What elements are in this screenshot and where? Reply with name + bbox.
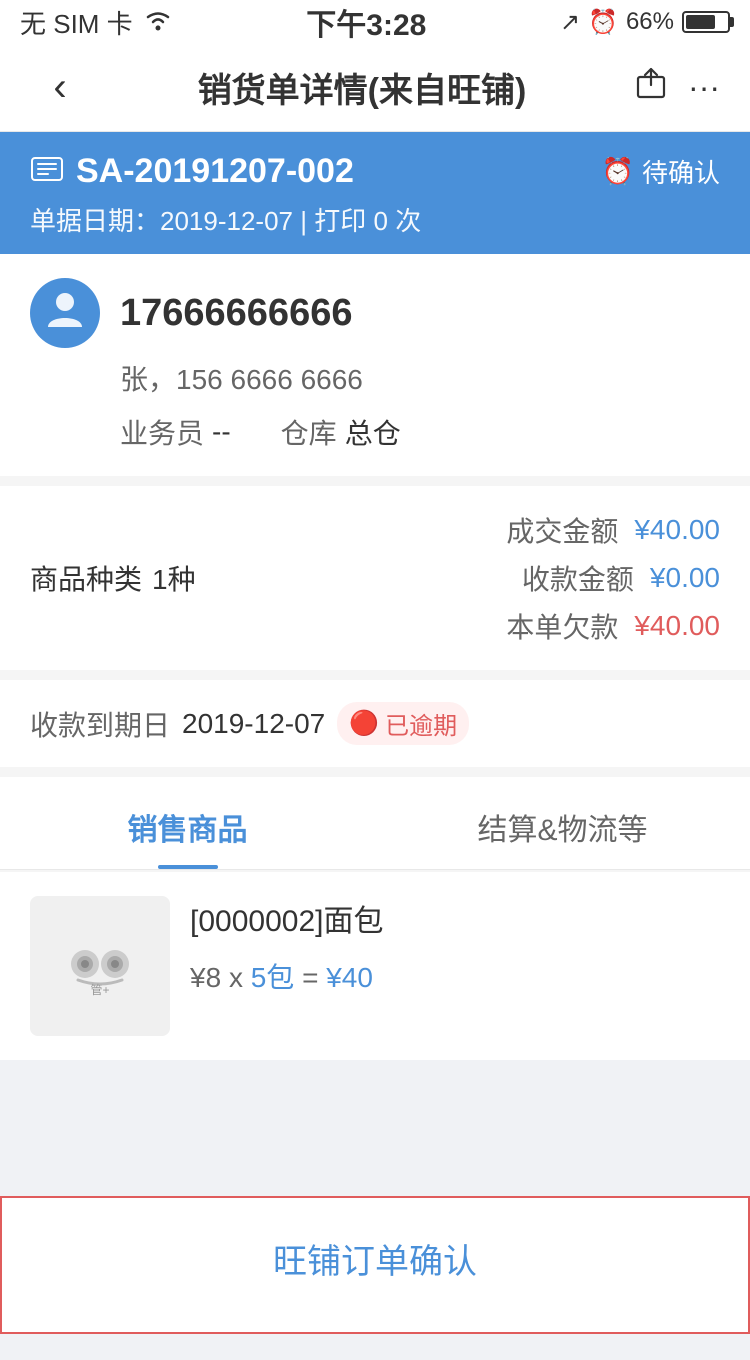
tab-settlement[interactable]: 结算&物流等 [375, 777, 750, 869]
price-equals: = [302, 962, 326, 993]
avatar [30, 278, 100, 348]
svg-text:管+: 管+ [90, 982, 109, 996]
price-unit: ¥8 [190, 962, 221, 993]
alarm-icon: ⏰ [588, 8, 618, 37]
date-label: 单据日期： [30, 206, 160, 236]
owed-row: 本单欠款 ¥40.00 [506, 606, 720, 646]
product-price-row: ¥8 x 5包 = ¥40 [190, 956, 720, 996]
print-label: 打印 [314, 206, 366, 236]
customer-contact: 张，156 6666 6666 [120, 358, 720, 398]
product-info: [0000002]面包 ¥8 x 5包 = ¥40 [190, 896, 720, 996]
customer-phone: 17666666666 [120, 292, 352, 335]
battery-indicator [682, 11, 730, 33]
print-count: 0 [374, 206, 388, 236]
more-icon[interactable]: ··· [688, 69, 720, 106]
status-bar: 无 SIM 卡 下午3:28 ↗ ⏰ 66% [0, 0, 750, 44]
type-count: 1种 [152, 558, 196, 598]
page-title: 销货单详情(来自旺铺) [90, 63, 634, 112]
status-text: 待确认 [642, 153, 720, 190]
order-id-icon [30, 152, 64, 191]
order-date-line: 单据日期：2019-12-07 | 打印 0 次 [30, 201, 720, 238]
product-thumbnail: 管+ [30, 896, 170, 1036]
warehouse-value: 总仓 [345, 412, 401, 452]
status-right: ↗ ⏰ 66% [560, 8, 730, 37]
order-banner: SA-20191207-002 ⏰ 待确认 单据日期：2019-12-07 | … [0, 132, 750, 254]
due-date-section: 收款到期日 2019-12-07 🔴 已逾期 [0, 680, 750, 767]
tab-settlement-label: 结算&物流等 [477, 814, 647, 847]
nav-bar: ‹ 销货单详情(来自旺铺) ··· [0, 44, 750, 132]
separator: | [300, 206, 307, 236]
sales-label: 业务员 [120, 412, 204, 452]
tab-sales-goods-label: 销售商品 [128, 814, 248, 847]
time-display: 下午3:28 [306, 0, 426, 44]
nav-actions: ··· [634, 67, 720, 109]
received-row: 收款金额 ¥0.00 [522, 558, 720, 598]
due-label: 收款到期日 [30, 704, 170, 744]
price-quantity: 5包 [251, 962, 295, 993]
confirm-order-button[interactable]: 旺铺订单确认 [32, 1214, 718, 1302]
order-status: ⏰ 待确认 [602, 153, 720, 190]
summary-section: 商品种类 1种 成交金额 ¥40.00 收款金额 ¥0.00 本单欠款 ¥40.… [0, 486, 750, 670]
confirm-button-wrap: 旺铺订单确认 [0, 1196, 750, 1334]
share-icon[interactable] [634, 67, 668, 109]
order-id-row: SA-20191207-002 [30, 152, 354, 191]
type-label: 商品种类 [30, 558, 142, 598]
sales-item: 业务员 -- [120, 412, 231, 452]
warehouse-label: 仓库 [281, 412, 337, 452]
battery-percent: 66% [626, 8, 674, 36]
confirm-button-label: 旺铺订单确认 [273, 1234, 477, 1283]
amount-summary: 成交金额 ¥40.00 收款金额 ¥0.00 本单欠款 ¥40.00 [506, 510, 720, 646]
status-left: 无 SIM 卡 [20, 4, 173, 41]
tab-sales-goods[interactable]: 销售商品 [0, 777, 375, 869]
warehouse-item: 仓库 总仓 [281, 412, 401, 452]
tabs-section: 销售商品 结算&物流等 [0, 777, 750, 870]
back-button[interactable]: ‹ [30, 58, 90, 118]
location-icon: ↗ [560, 8, 580, 37]
product-type-summary: 商品种类 1种 [30, 510, 196, 646]
amount-row: 成交金额 ¥40.00 [506, 510, 720, 550]
sales-value: -- [212, 416, 231, 448]
received-label: 收款金额 [522, 558, 634, 598]
overdue-badge: 🔴 已逾期 [337, 702, 469, 745]
print-unit: 次 [395, 206, 421, 236]
order-id-text: SA-20191207-002 [76, 152, 354, 191]
due-date-value: 2019-12-07 [182, 708, 325, 740]
back-icon: ‹ [53, 65, 66, 110]
owed-label: 本单欠款 [506, 606, 618, 646]
received-value: ¥0.00 [650, 562, 720, 594]
customer-meta: 业务员 -- 仓库 总仓 [120, 412, 720, 452]
overdue-icon: 🔴 [349, 709, 379, 738]
tabs-row: 销售商品 结算&物流等 [0, 777, 750, 870]
person-icon [44, 287, 86, 339]
wifi-icon [143, 7, 173, 38]
status-clock-icon: ⏰ [602, 156, 634, 187]
overdue-text: 已逾期 [385, 706, 457, 741]
owed-value: ¥40.00 [634, 610, 720, 642]
amount-label: 成交金额 [506, 510, 618, 550]
product-name: [0000002]面包 [190, 896, 720, 940]
product-section: 管+ [0000002]面包 ¥8 x 5包 = ¥40 [0, 872, 750, 1060]
price-separator: x [229, 962, 251, 993]
order-date: 2019-12-07 [160, 206, 293, 236]
amount-value: ¥40.00 [634, 514, 720, 546]
carrier-label: 无 SIM 卡 [20, 4, 133, 41]
price-total: ¥40 [326, 962, 373, 993]
customer-section: 17666666666 张，156 6666 6666 业务员 -- 仓库 总仓 [0, 254, 750, 476]
